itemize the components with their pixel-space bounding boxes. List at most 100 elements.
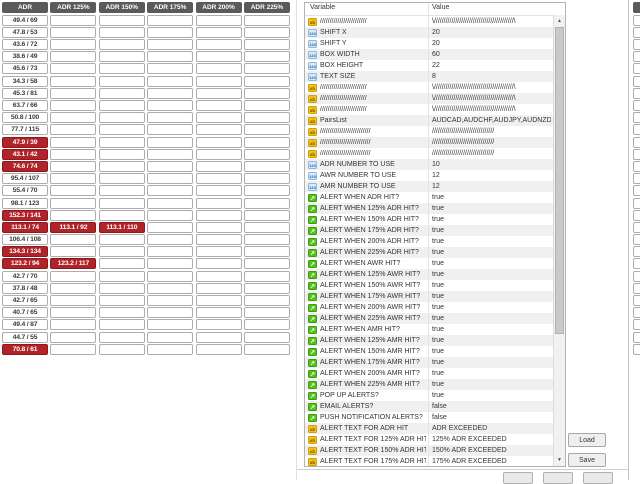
variable-value[interactable]: true <box>432 258 551 269</box>
variable-value[interactable]: true <box>432 313 551 324</box>
variable-value[interactable]: \///////////////////////////////////////… <box>432 82 551 93</box>
variable-value[interactable]: 175% ADR EXCEEDED <box>432 456 551 466</box>
variable-value[interactable]: AUDCAD,AUDCHF,AUDJPY,AUDNZD,AUD... <box>432 115 551 126</box>
input-row[interactable]: ↗ ALERT WHEN 175% AWR HIT? true <box>305 291 553 302</box>
load-button[interactable]: Load <box>568 433 606 447</box>
variable-value[interactable]: true <box>432 247 551 258</box>
variable-value[interactable]: \///////////////////////////////////////… <box>432 16 551 27</box>
variable-value[interactable]: 20 <box>432 38 551 49</box>
variable-value[interactable]: true <box>432 324 551 335</box>
variable-value[interactable]: false <box>432 412 551 423</box>
input-row[interactable]: 123 ADR NUMBER TO USE 10 <box>305 159 553 170</box>
variable-value[interactable]: 12 <box>432 181 551 192</box>
input-row[interactable]: ↗ ALERT WHEN 225% AWR HIT? true <box>305 313 553 324</box>
input-row[interactable]: 123 AMR NUMBER TO USE 12 <box>305 181 553 192</box>
footer-partial-button-3[interactable] <box>583 472 613 484</box>
table-row: 38.6 / 49 <box>2 51 292 63</box>
input-row[interactable]: 123 TEXT SIZE 8 <box>305 71 553 82</box>
scrollbar-thumb[interactable] <box>555 27 564 334</box>
variable-value[interactable]: true <box>432 203 551 214</box>
input-row[interactable]: 123 BOX WIDTH 60 <box>305 49 553 60</box>
string-type-icon: ab <box>308 149 317 158</box>
variable-value[interactable]: true <box>432 335 551 346</box>
variable-name: SHIFT Y <box>320 40 347 47</box>
variable-value[interactable]: true <box>432 192 551 203</box>
footer-partial-button-1[interactable] <box>503 472 533 484</box>
input-row[interactable]: ↗ ALERT WHEN 125% AMR HIT? true <box>305 335 553 346</box>
variable-value[interactable]: \///////////////////////////////////////… <box>432 104 551 115</box>
input-row[interactable]: abPairsList AUDCAD,AUDCHF,AUDJPY,AUDNZD,A… <box>305 115 553 126</box>
variable-value[interactable]: true <box>432 236 551 247</box>
string-type-icon: ab <box>308 138 317 147</box>
input-row[interactable]: ↗ ALERT WHEN 150% AWR HIT? true <box>305 280 553 291</box>
input-row[interactable]: ab ALERT TEXT FOR 125% ADR HIT 125% ADR EX… <box>305 434 553 445</box>
variable-value[interactable]: ADR EXCEEDED <box>432 423 551 434</box>
variable-value[interactable]: true <box>432 225 551 236</box>
variable-value[interactable]: true <box>432 269 551 280</box>
variable-value[interactable]: true <box>432 291 551 302</box>
input-row[interactable]: ↗ ALERT WHEN ADR HIT? true <box>305 192 553 203</box>
input-row[interactable]: ↗ ALERT WHEN 175% ADR HIT? true <box>305 225 553 236</box>
variable-value[interactable]: true <box>432 302 551 313</box>
variable-value[interactable]: 125% ADR EXCEEDED <box>432 434 551 445</box>
input-row[interactable]: ↗ ALERT WHEN AWR HIT? true <box>305 258 553 269</box>
input-row[interactable]: ↗ ALERT WHEN 125% AWR HIT? true <box>305 269 553 280</box>
input-row[interactable]: ↗ ALERT WHEN 125% ADR HIT? true <box>305 203 553 214</box>
input-row[interactable]: ↗ ALERT WHEN 200% ADR HIT? true <box>305 236 553 247</box>
variable-value[interactable]: true <box>432 390 551 401</box>
variable-value[interactable]: 10 <box>432 159 551 170</box>
input-row[interactable]: ↗ PUSH NOTIFICATION ALERTS? false <box>305 412 553 423</box>
input-row[interactable]: ab//////////////////////// \/////////////… <box>305 16 553 27</box>
variable-value[interactable]: true <box>432 379 551 390</box>
adr-cell <box>195 63 242 75</box>
background-table-column-sliver <box>633 2 640 356</box>
variable-value[interactable]: true <box>432 280 551 291</box>
variable-value[interactable]: 60 <box>432 49 551 60</box>
save-button[interactable]: Save <box>568 453 606 467</box>
input-row[interactable]: ab ALERT TEXT FOR ADR HIT ADR EXCEEDED <box>305 423 553 434</box>
input-row[interactable]: ↗ ALERT WHEN 225% ADR HIT? true <box>305 247 553 258</box>
scroll-down-icon[interactable]: ▼ <box>554 454 565 466</box>
variable-value[interactable]: 12 <box>432 170 551 181</box>
variable-value[interactable]: true <box>432 214 551 225</box>
input-row[interactable]: ab ALERT TEXT FOR 150% ADR HIT 150% ADR EX… <box>305 445 553 456</box>
input-row[interactable]: ↗ ALERT WHEN 150% ADR HIT? true <box>305 214 553 225</box>
variable-value[interactable]: 8 <box>432 71 551 82</box>
input-row[interactable]: ↗ ALERT WHEN 150% AMR HIT? true <box>305 346 553 357</box>
scroll-up-icon[interactable]: ▲ <box>554 15 565 27</box>
input-row[interactable]: ↗ POP UP ALERTS? true <box>305 390 553 401</box>
variable-value[interactable]: 22 <box>432 60 551 71</box>
variable-value[interactable]: 150% ADR EXCEEDED <box>432 445 551 456</box>
variable-value[interactable]: true <box>432 368 551 379</box>
variable-value[interactable]: //////////////////////////////// <box>432 148 551 159</box>
input-row[interactable]: ab//////////////////////////////////////… <box>305 126 553 137</box>
variable-value[interactable]: false <box>432 401 551 412</box>
variable-value[interactable]: 20 <box>432 27 551 38</box>
vertical-scrollbar[interactable]: ▲ ▼ <box>553 15 565 466</box>
adr-cell <box>98 282 145 294</box>
variable-value[interactable]: true <box>432 346 551 357</box>
input-row[interactable]: ab//////////////////////// \/////////////… <box>305 82 553 93</box>
variable-value[interactable]: //////////////////////////////// <box>432 126 551 137</box>
input-row[interactable]: ↗ EMAIL ALERTS? false <box>305 401 553 412</box>
variable-value[interactable]: true <box>432 357 551 368</box>
input-row[interactable]: 123 AWR NUMBER TO USE 12 <box>305 170 553 181</box>
input-row[interactable]: ↗ ALERT WHEN 200% AMR HIT? true <box>305 368 553 379</box>
input-row[interactable]: ab ALERT TEXT FOR 175% ADR HIT 175% ADR EX… <box>305 456 553 466</box>
variable-value[interactable]: //////////////////////////////// <box>432 137 551 148</box>
input-row[interactable]: 123 BOX HEIGHT 22 <box>305 60 553 71</box>
input-row[interactable]: ab//////////////////////////////////////… <box>305 148 553 159</box>
footer-partial-button-2[interactable] <box>543 472 573 484</box>
input-row[interactable]: ↗ ALERT WHEN 175% AMR HIT? true <box>305 357 553 368</box>
input-row[interactable]: ab//////////////////////// \/////////////… <box>305 104 553 115</box>
input-row[interactable]: ↗ ALERT WHEN 200% AWR HIT? true <box>305 302 553 313</box>
input-row[interactable]: ab//////////////////////// \/////////////… <box>305 93 553 104</box>
input-row[interactable]: 123 SHIFT Y 20 <box>305 38 553 49</box>
input-row[interactable]: ↗ ALERT WHEN AMR HIT? true <box>305 324 553 335</box>
input-row[interactable]: 123 SHIFT X 20 <box>305 27 553 38</box>
variable-value[interactable]: \///////////////////////////////////////… <box>432 93 551 104</box>
sliver-cell <box>633 234 640 246</box>
table-row: 50.8 / 100 <box>2 112 292 124</box>
input-row[interactable]: ↗ ALERT WHEN 225% AMR HIT? true <box>305 379 553 390</box>
input-row[interactable]: ab//////////////////////////////////////… <box>305 137 553 148</box>
